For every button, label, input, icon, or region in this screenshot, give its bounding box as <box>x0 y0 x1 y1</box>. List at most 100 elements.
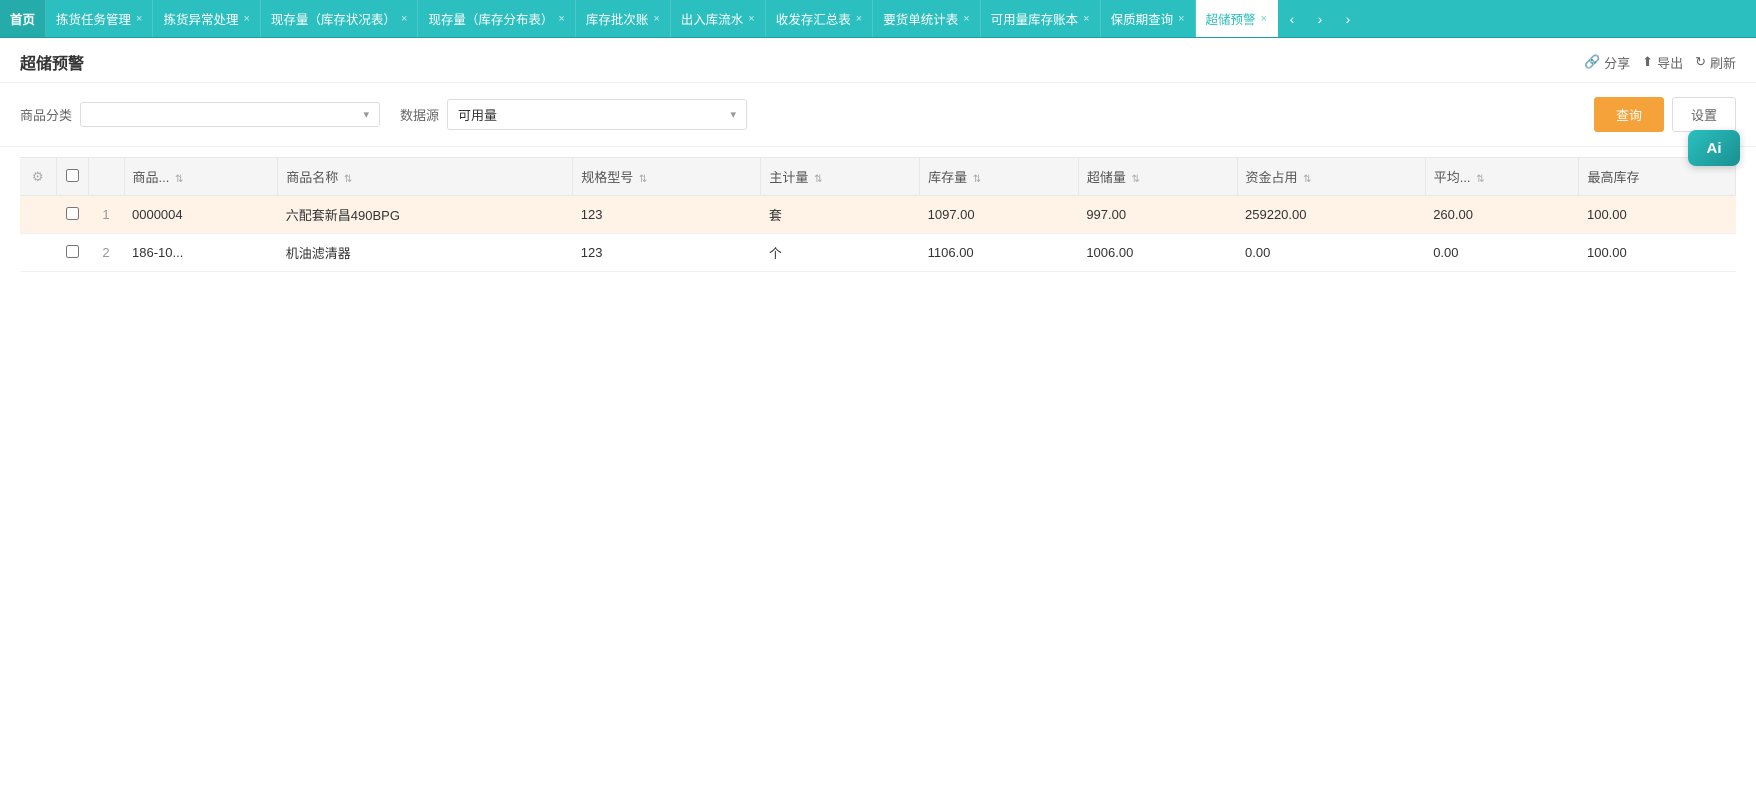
row-product-name: 六配套新昌490BPG <box>278 196 573 234</box>
row-max-stock: 100.00 <box>1579 196 1736 234</box>
nav-item-recv-send[interactable]: 收发存汇总表 × <box>766 0 873 38</box>
row-unit: 个 <box>761 234 920 272</box>
nav-item-available-stock[interactable]: 可用量库存账本 × <box>981 0 1101 38</box>
col-product-name[interactable]: 商品名称 ⇅ <box>278 158 573 196</box>
row-product-code: 0000004 <box>124 196 278 234</box>
nav-label-recv-send: 收发存汇总表 <box>776 9 851 28</box>
export-icon: ⬆ <box>1642 54 1653 70</box>
close-order-stats-icon[interactable]: × <box>963 13 969 25</box>
refresh-button[interactable]: ↻ 刷新 <box>1695 53 1736 72</box>
nav-item-expiry[interactable]: 保质期查询 × <box>1101 0 1196 38</box>
nav-item-home[interactable]: 首页 <box>0 0 46 38</box>
nav-item-order-stats[interactable]: 要货单统计表 × <box>873 0 980 38</box>
filter-bar: 商品分类 ▾ 数据源 可用量 ▾ 查询 设置 <box>0 83 1756 147</box>
row-spec: 123 <box>573 196 761 234</box>
close-recv-send-icon[interactable]: × <box>856 13 862 25</box>
col-select-all[interactable] <box>56 158 88 196</box>
row-over-stock: 1006.00 <box>1078 234 1237 272</box>
nav-next-button[interactable]: › <box>1306 0 1334 38</box>
row-select-checkbox[interactable] <box>66 207 79 220</box>
gear-icon: ⚙ <box>32 169 44 184</box>
col-product-code-label: 商品... <box>133 170 170 185</box>
nav-label-inout-flow: 出入库流水 <box>681 9 744 28</box>
row-checkbox-cell[interactable] <box>56 234 88 272</box>
row-select-checkbox[interactable] <box>66 245 79 258</box>
close-expiry-icon[interactable]: × <box>1178 13 1184 25</box>
datasource-value: 可用量 <box>458 105 497 124</box>
page-title: 超储预警 <box>20 50 84 74</box>
col-stock-label: 库存量 <box>928 170 967 185</box>
nav-prev-button[interactable]: ‹ <box>1278 0 1306 38</box>
col-avg[interactable]: 平均... ⇅ <box>1425 158 1579 196</box>
sort-capital-icon: ⇅ <box>1303 174 1311 185</box>
sort-stock-icon: ⇅ <box>973 174 981 185</box>
ai-badge[interactable]: Ai <box>1688 130 1740 166</box>
close-inout-flow-icon[interactable]: × <box>748 13 754 25</box>
col-unit-label: 主计量 <box>769 170 808 185</box>
close-exception-icon[interactable]: × <box>243 13 249 25</box>
col-unit[interactable]: 主计量 ⇅ <box>761 158 920 196</box>
row-number: 2 <box>88 234 124 272</box>
row-product-name: 机油滤清器 <box>278 234 573 272</box>
export-button[interactable]: ⬆ 导出 <box>1642 53 1683 72</box>
nav-more-button[interactable]: › <box>1334 0 1362 38</box>
select-all-checkbox[interactable] <box>66 169 79 182</box>
nav-label-expiry: 保质期查询 <box>1111 9 1174 28</box>
sort-product-name-icon: ⇅ <box>344 174 352 185</box>
row-gear-cell <box>20 196 56 234</box>
col-rownum <box>88 158 124 196</box>
close-stock-status-icon[interactable]: × <box>401 13 407 25</box>
share-label: 分享 <box>1604 53 1630 72</box>
col-spec[interactable]: 规格型号 ⇅ <box>573 158 761 196</box>
row-avg: 0.00 <box>1425 234 1579 272</box>
col-over-stock[interactable]: 超储量 ⇅ <box>1078 158 1237 196</box>
table-row: 2 186-10... 机油滤清器 123 个 1106.00 1006.00 … <box>20 234 1736 272</box>
settings-button[interactable]: 设置 <box>1672 97 1736 132</box>
sort-avg-icon: ⇅ <box>1476 174 1484 185</box>
close-stock-dist-icon[interactable]: × <box>558 13 564 25</box>
close-overstock-icon[interactable]: × <box>1261 13 1267 25</box>
sort-spec-icon: ⇅ <box>639 174 647 185</box>
nav-label-order-stats: 要货单统计表 <box>883 9 958 28</box>
filter-buttons: 查询 设置 <box>1594 97 1736 132</box>
category-label: 商品分类 <box>20 105 72 124</box>
col-gear[interactable]: ⚙ <box>20 158 56 196</box>
close-batch-account-icon[interactable]: × <box>653 13 659 25</box>
table-row: 1 0000004 六配套新昌490BPG 123 套 1097.00 997.… <box>20 196 1736 234</box>
col-product-code[interactable]: 商品... ⇅ <box>124 158 278 196</box>
row-spec: 123 <box>573 234 761 272</box>
row-avg: 260.00 <box>1425 196 1579 234</box>
refresh-icon: ↻ <box>1695 54 1706 70</box>
row-checkbox-cell[interactable] <box>56 196 88 234</box>
row-max-stock: 100.00 <box>1579 234 1736 272</box>
datasource-filter: 数据源 可用量 ▾ <box>400 99 747 130</box>
row-over-stock: 997.00 <box>1078 196 1237 234</box>
nav-label-task-mgmt: 拣货任务管理 <box>56 9 131 28</box>
nav-label-exception: 拣货异常处理 <box>163 9 238 28</box>
category-select[interactable]: ▾ <box>80 102 380 127</box>
query-button[interactable]: 查询 <box>1594 97 1664 132</box>
close-task-mgmt-icon[interactable]: × <box>136 13 142 25</box>
col-capital[interactable]: 资金占用 ⇅ <box>1237 158 1425 196</box>
nav-label-overstock: 超储预警 <box>1206 9 1256 28</box>
col-product-name-label: 商品名称 <box>286 170 338 185</box>
sort-product-code-icon: ⇅ <box>175 174 183 185</box>
nav-item-task-mgmt[interactable]: 拣货任务管理 × <box>46 0 153 38</box>
col-stock[interactable]: 库存量 ⇅ <box>920 158 1079 196</box>
col-avg-label: 平均... <box>1434 170 1471 185</box>
close-available-stock-icon[interactable]: × <box>1083 13 1089 25</box>
nav-item-exception[interactable]: 拣货异常处理 × <box>153 0 260 38</box>
datasource-select[interactable]: 可用量 ▾ <box>447 99 747 130</box>
nav-label-stock-status: 现存量（库存状况表） <box>271 9 396 28</box>
nav-item-batch-account[interactable]: 库存批次账 × <box>576 0 671 38</box>
nav-item-inout-flow[interactable]: 出入库流水 × <box>671 0 766 38</box>
page-header: 超储预警 🔗 分享 ⬆ 导出 ↻ 刷新 <box>0 38 1756 83</box>
row-number: 1 <box>88 196 124 234</box>
col-spec-label: 规格型号 <box>581 170 633 185</box>
share-button[interactable]: 🔗 分享 <box>1584 53 1630 72</box>
nav-item-stock-status[interactable]: 现存量（库存状况表） × <box>261 0 418 38</box>
nav-item-overstock[interactable]: 超储预警 × <box>1196 0 1278 38</box>
share-icon: 🔗 <box>1584 54 1600 70</box>
top-nav: 首页 拣货任务管理 × 拣货异常处理 × 现存量（库存状况表） × 现存量（库存… <box>0 0 1756 38</box>
nav-item-stock-dist[interactable]: 现存量（库存分布表） × <box>418 0 575 38</box>
